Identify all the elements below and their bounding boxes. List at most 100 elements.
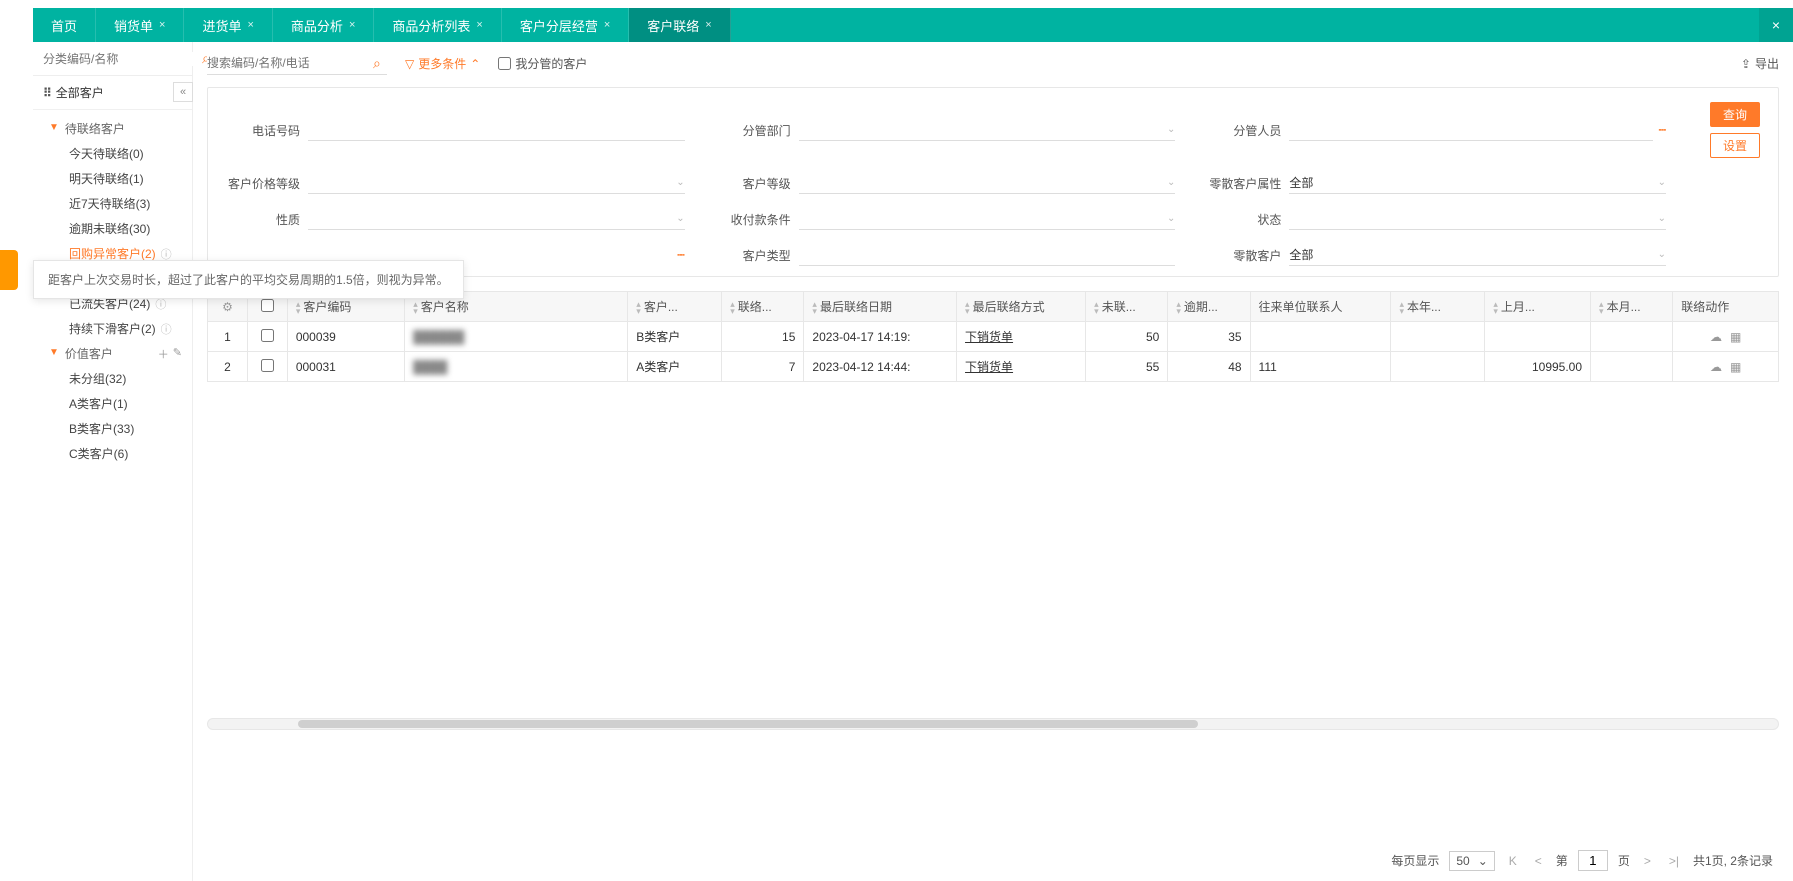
col-thismonth[interactable]: ▴▾本月... [1591,292,1673,322]
col-label: 逾期... [1184,300,1218,314]
qr-icon[interactable]: ▦ [1730,330,1741,344]
tab-purchase[interactable]: 进货单× [184,8,272,42]
filter-dept[interactable]: ⌄ [799,119,1176,141]
col-label: 最后联络方式 [973,300,1045,314]
col-lastway[interactable]: ▴▾最后联络方式 [957,292,1086,322]
edit-icon[interactable]: ✎ [173,346,182,362]
sidebar-item-overdue[interactable]: 逾期未联络(30) [33,216,192,241]
query-button[interactable]: 查询 [1710,102,1760,127]
page-input[interactable] [1578,850,1608,871]
close-icon[interactable]: × [159,19,165,31]
tab-customer-contact[interactable]: 客户联络× [629,8,730,42]
filter-cust-type[interactable] [799,244,1176,266]
name-text: ████ [413,360,447,374]
cell-year [1391,352,1485,382]
tab-product-analysis-list[interactable]: 商品分析列表× [374,8,501,42]
sidebar-all-customers[interactable]: ⠿ 全部客户 « [33,76,192,110]
chevron-down-icon: ⌄ [1658,249,1666,260]
col-linkman[interactable]: 往来单位联系人 [1250,292,1391,322]
filter-nature[interactable]: ⌄ [308,208,685,230]
tooltip: 距客户上次交易时长，超过了此客户的平均交易周期的1.5倍，则视为异常。 [33,260,464,299]
left-drawer-handle[interactable] [0,250,18,290]
qr-icon[interactable]: ▦ [1730,360,1741,374]
horizontal-scrollbar[interactable] [207,718,1779,730]
filter-price-level[interactable]: ⌄ [308,172,685,194]
sidebar-item-tomorrow[interactable]: 明天待联络(1) [33,166,192,191]
mine-checkbox[interactable]: 我分管的客户 [498,55,587,72]
sidebar-item-ungrouped[interactable]: 未分组(32) [33,366,192,391]
search-icon[interactable]: ⌕ [373,55,381,72]
filter-status[interactable]: ⌄ [1289,208,1666,230]
col-year[interactable]: ▴▾本年... [1391,292,1485,322]
main-search-input[interactable] [207,52,367,74]
more-icon[interactable]: ┄ [677,248,684,262]
first-page-button[interactable]: K [1505,854,1521,868]
help-icon[interactable]: ⓘ [161,321,172,337]
cell-lastdate: 2023-04-12 14:44: [804,352,957,382]
row-checkbox[interactable] [261,359,274,372]
sidebar-item-c[interactable]: C类客户(6) [33,441,192,466]
prev-page-button[interactable]: < [1531,854,1546,868]
select-all-checkbox[interactable] [261,299,274,312]
col-lastmonth[interactable]: ▴▾上月... [1485,292,1591,322]
sidebar-item-7days[interactable]: 近7天待联络(3) [33,191,192,216]
add-icon[interactable]: ＋ [158,346,169,362]
col-overdue[interactable]: ▴▾逾期... [1168,292,1250,322]
sidebar-group-value[interactable]: ▼ 价值客户 ＋✎ [33,341,192,366]
filter-cust-level[interactable]: ⌄ [799,172,1176,194]
perpage-select[interactable]: 50⌄ [1449,851,1494,871]
sidebar-item-b[interactable]: B类客户(33) [33,416,192,441]
close-icon[interactable]: × [604,19,610,31]
sidebar-search-input[interactable] [43,52,198,66]
close-icon[interactable]: × [705,19,711,31]
mine-checkbox-input[interactable] [498,57,511,70]
filter-person[interactable] [1289,119,1652,141]
col-actions: 联络动作 [1673,292,1779,322]
collapse-sidebar-icon[interactable]: « [173,82,193,102]
tab-home[interactable]: 首页 [33,8,96,42]
scrollbar-thumb[interactable] [298,720,1198,728]
lastway-link[interactable]: 下销货单 [965,360,1013,374]
wechat-icon[interactable]: ☁ [1710,360,1722,374]
mine-label: 我分管的客户 [515,55,587,72]
last-page-button[interactable]: >| [1665,854,1683,868]
close-icon[interactable]: × [247,19,253,31]
table-row[interactable]: 2 000031 ████ A类客户 7 2023-04-12 14:44: 下… [208,352,1779,382]
tab-label: 销货单 [114,16,153,35]
filter-scatter-attr[interactable]: 全部⌄ [1289,172,1666,194]
tab-sales[interactable]: 销货单 × [96,8,184,42]
tab-customer-tier[interactable]: 客户分层经营× [502,8,629,42]
next-page-button[interactable]: > [1640,854,1655,868]
chevron-down-icon: ⌄ [1167,213,1175,224]
table-row[interactable]: 1 000039 ██████ B类客户 15 2023-04-17 14:19… [208,322,1779,352]
row-index: 2 [208,352,248,382]
grid-icon: ⠿ [43,86,50,100]
filter-scatter[interactable]: 全部⌄ [1289,244,1666,266]
col-contacts[interactable]: ▴▾联络... [722,292,804,322]
sidebar-item-declining[interactable]: 持续下滑客户(2)ⓘ [33,316,192,341]
more-icon[interactable]: ┄ [1659,123,1666,137]
col-level[interactable]: ▴▾客户... [628,292,722,322]
sidebar-group-pending[interactable]: ▼ 待联络客户 [33,116,192,141]
lastway-link[interactable]: 下销货单 [965,330,1013,344]
cell-lastway: 下销货单 [957,322,1086,352]
filter-label-person: 分管人员 [1199,122,1289,139]
settings-button[interactable]: 设置 [1710,133,1760,158]
close-icon[interactable]: × [349,19,355,31]
col-lastdate[interactable]: ▴▾最后联络日期 [804,292,957,322]
filter-payment[interactable]: ⌄ [799,208,1176,230]
sidebar-item-a[interactable]: A类客户(1) [33,391,192,416]
filter-phone[interactable] [308,119,685,141]
chevron-down-icon: ⌄ [1658,177,1666,188]
filter-panel: 电话号码 分管部门⌄ 分管人员┄ 查询 设置 客户价格等级⌄ 客户等级⌄ 零散客… [207,87,1779,277]
col-nocontact[interactable]: ▴▾未联... [1086,292,1168,322]
close-all-tabs[interactable]: × [1759,8,1793,42]
close-icon[interactable]: × [476,19,482,31]
cell-level: B类客户 [628,322,722,352]
export-button[interactable]: ⇪ 导出 [1741,55,1779,72]
more-conditions-toggle[interactable]: ▽ 更多条件 ⌃ [405,55,480,72]
sidebar-item-today[interactable]: 今天待联络(0) [33,141,192,166]
tab-product-analysis[interactable]: 商品分析× [273,8,374,42]
wechat-icon[interactable]: ☁ [1710,330,1722,344]
row-checkbox[interactable] [261,329,274,342]
